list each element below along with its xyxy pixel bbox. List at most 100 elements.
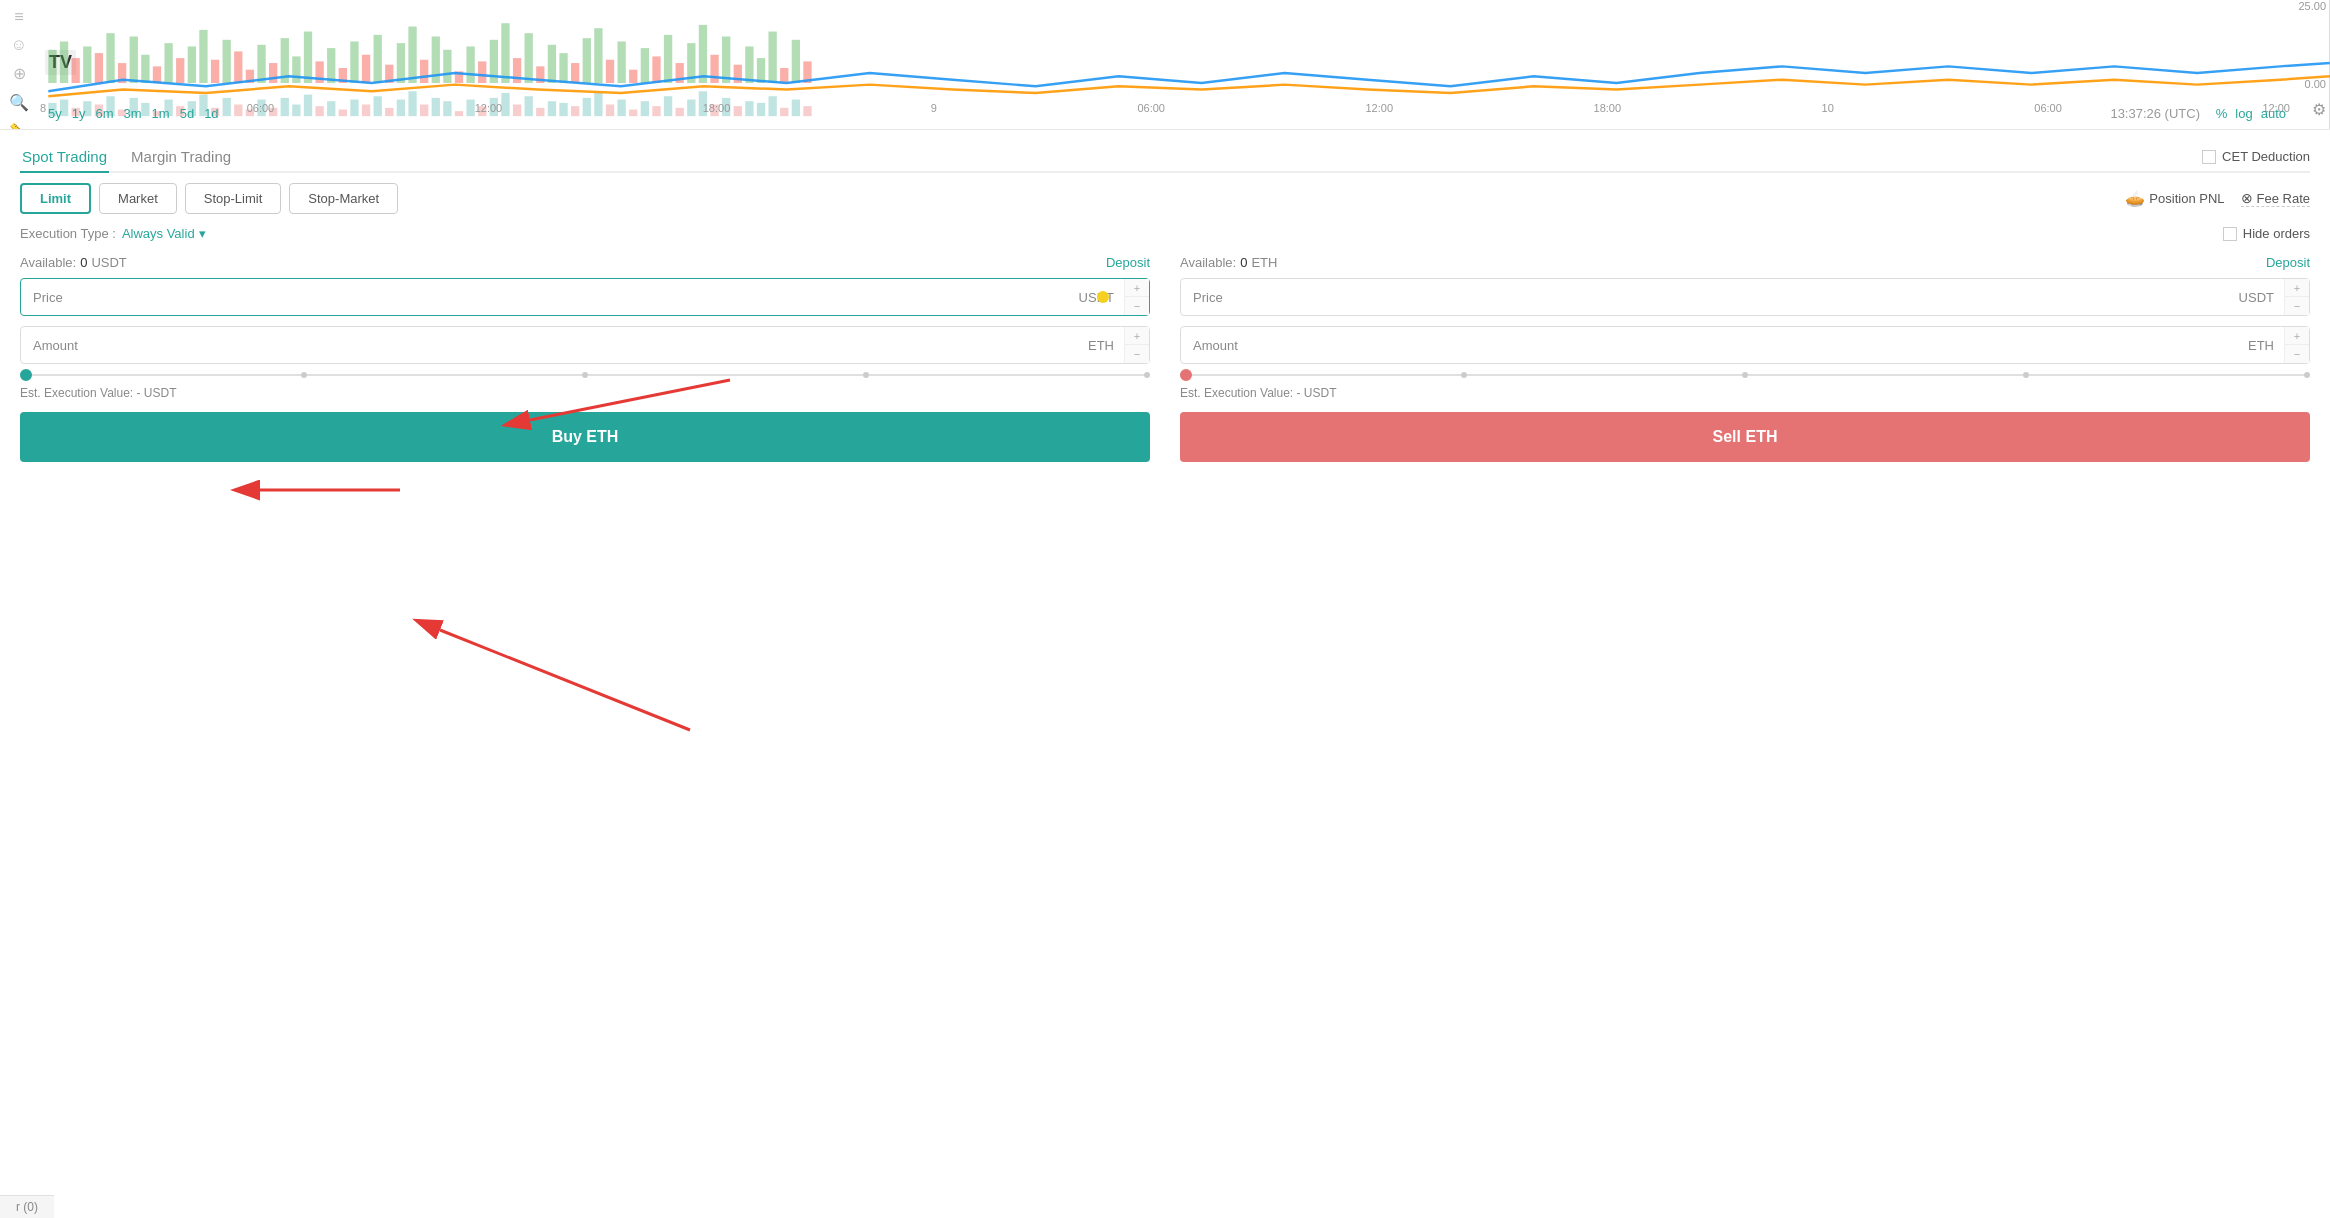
yellow-dot	[1097, 291, 1109, 303]
buy-amount-decrement[interactable]: −	[1125, 345, 1149, 363]
sell-slider-track[interactable]	[1180, 374, 2310, 376]
sell-amount-currency: ETH	[2238, 338, 2284, 353]
order-type-market[interactable]: Market	[99, 183, 177, 214]
sell-amount-increment[interactable]: +	[2285, 327, 2309, 345]
sell-slider-dot-75	[2023, 372, 2029, 378]
order-type-stop-market[interactable]: Stop-Market	[289, 183, 398, 214]
sell-price-currency: USDT	[2229, 290, 2284, 305]
sell-price-decrement[interactable]: −	[2285, 297, 2309, 315]
trading-tabs: Spot Trading Margin Trading	[20, 142, 233, 171]
tab-margin-trading[interactable]: Margin Trading	[129, 142, 233, 173]
fee-rate-label: Fee Rate	[2257, 191, 2310, 206]
chart-sidebar-icons: ≡ ☺ ⊕ 🔍 📏	[0, 0, 38, 129]
tf-1d[interactable]: 1d	[204, 106, 218, 121]
svg-rect-12	[188, 46, 196, 83]
buy-price-input[interactable]	[91, 279, 1069, 315]
menu-icon[interactable]: ≡	[14, 8, 23, 26]
ruler-icon[interactable]: 📏	[9, 122, 29, 130]
svg-rect-7	[130, 37, 138, 83]
execution-row: Execution Type : Always Valid ▾ Hide ord…	[20, 226, 2310, 241]
chart-utc-time: 13:37:26 (UTC)	[2110, 106, 2200, 121]
tf-3m[interactable]: 3m	[124, 106, 142, 121]
auto-option[interactable]: auto	[2261, 106, 2286, 121]
chart-timeframe: 5y 1y 6m 3m 1m 5d 1d	[48, 106, 219, 121]
svg-rect-45	[571, 63, 579, 83]
svg-rect-41	[525, 33, 533, 83]
svg-rect-16	[234, 51, 242, 83]
svg-rect-57	[710, 55, 718, 83]
svg-rect-37	[478, 61, 486, 83]
svg-rect-0	[48, 50, 56, 83]
order-type-limit[interactable]: Limit	[20, 183, 91, 214]
smiley-icon[interactable]: ☺	[11, 36, 27, 54]
buy-price-decrement[interactable]: −	[1125, 297, 1149, 315]
execution-type-container: Execution Type : Always Valid ▾	[20, 226, 206, 241]
chart-options: % log auto	[2216, 106, 2286, 121]
svg-rect-19	[269, 63, 277, 83]
tf-1m[interactable]: 1m	[152, 106, 170, 121]
buy-slider-dot-25	[301, 372, 307, 378]
execution-type-select[interactable]: Always Valid ▾	[122, 226, 206, 241]
buy-deposit-link[interactable]: Deposit	[1106, 255, 1150, 270]
svg-rect-46	[583, 38, 591, 83]
sell-price-input[interactable]	[1251, 279, 2229, 315]
sell-deposit-link[interactable]: Deposit	[2266, 255, 2310, 270]
svg-rect-53	[664, 35, 672, 83]
tf-6m[interactable]: 6m	[95, 106, 113, 121]
position-pnl-control[interactable]: 🥧 Position PNL	[2125, 189, 2224, 208]
buy-price-increment[interactable]: +	[1125, 279, 1149, 297]
trading-columns: Available: 0 USDT Deposit Price USDT + −	[20, 255, 2310, 462]
sell-price-increment[interactable]: +	[2285, 279, 2309, 297]
fee-rate-control[interactable]: ⊗ Fee Rate	[2241, 190, 2310, 207]
sell-button[interactable]: Sell ETH	[1180, 412, 2310, 462]
tf-1y[interactable]: 1y	[72, 106, 86, 121]
buy-amount-label: Amount	[21, 338, 91, 353]
tf-5d[interactable]: 5d	[180, 106, 194, 121]
buy-column: Available: 0 USDT Deposit Price USDT + −	[20, 255, 1150, 462]
execution-type-label: Execution Type :	[20, 226, 116, 241]
svg-rect-30	[397, 43, 405, 83]
svg-rect-4	[95, 53, 103, 83]
order-type-stop-limit[interactable]: Stop-Limit	[185, 183, 282, 214]
sell-amount-label: Amount	[1181, 338, 1251, 353]
sell-available-amount: 0	[1240, 255, 1247, 270]
svg-rect-50	[629, 70, 637, 83]
svg-rect-52	[652, 56, 660, 83]
order-type-buttons: Limit Market Stop-Limit Stop-Market	[20, 183, 398, 214]
buy-amount-increment[interactable]: +	[1125, 327, 1149, 345]
sell-slider-thumb[interactable]	[1180, 369, 1192, 381]
sell-available: Available: 0 ETH	[1180, 255, 1277, 270]
order-right-controls: 🥧 Position PNL ⊗ Fee Rate	[2125, 189, 2310, 208]
buy-button[interactable]: Buy ETH	[20, 412, 1150, 462]
svg-rect-48	[606, 60, 614, 83]
svg-rect-63	[780, 68, 788, 83]
sell-amount-input[interactable]	[1251, 327, 2238, 363]
hide-orders-checkbox[interactable]	[2223, 227, 2237, 241]
log-option[interactable]: log	[2235, 106, 2252, 121]
svg-rect-61	[757, 58, 765, 83]
chart-settings-icon[interactable]: ⚙	[2312, 100, 2326, 119]
percent-option[interactable]: %	[2216, 106, 2228, 121]
tf-5y[interactable]: 5y	[48, 106, 62, 121]
crosshair-icon[interactable]: ⊕	[13, 64, 26, 83]
hide-orders-label: Hide orders	[2243, 226, 2310, 241]
buy-available-row: Available: 0 USDT Deposit	[20, 255, 1150, 270]
svg-rect-58	[722, 37, 730, 83]
buy-available: Available: 0 USDT	[20, 255, 127, 270]
svg-rect-39	[501, 23, 509, 83]
svg-rect-26	[350, 41, 358, 82]
svg-rect-60	[745, 46, 753, 83]
svg-rect-14	[211, 60, 219, 83]
buy-slider-track[interactable]	[20, 374, 1150, 376]
svg-rect-36	[466, 46, 474, 83]
buy-amount-input[interactable]	[91, 327, 1078, 363]
sell-amount-decrement[interactable]: −	[2285, 345, 2309, 363]
svg-rect-47	[594, 28, 602, 83]
buy-slider-thumb[interactable]	[20, 369, 32, 381]
zoom-icon[interactable]: 🔍	[9, 93, 29, 112]
svg-rect-32	[420, 60, 428, 83]
sell-amount-stepper: + −	[2284, 327, 2309, 363]
tab-spot-trading[interactable]: Spot Trading	[20, 142, 109, 173]
buy-price-label: Price	[21, 290, 91, 305]
cet-deduction-checkbox[interactable]	[2202, 150, 2216, 164]
